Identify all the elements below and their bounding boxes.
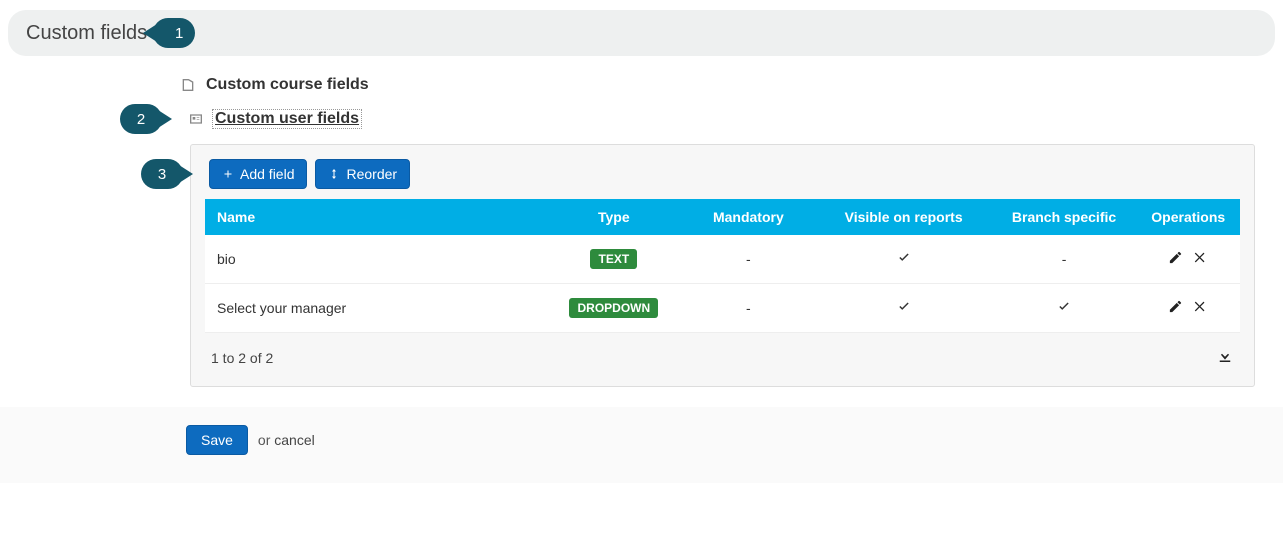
add-field-label: Add field <box>240 166 294 182</box>
table-header-row: Name Type Mandatory Visible on reports B… <box>205 199 1240 235</box>
delete-icon[interactable] <box>1193 299 1208 317</box>
cell-type: TEXT <box>547 235 682 284</box>
section-course-title: Custom course fields <box>206 76 369 94</box>
reorder-icon <box>328 168 340 180</box>
or-text: or <box>258 432 270 448</box>
edit-icon[interactable] <box>1168 299 1183 317</box>
cell-branch: - <box>992 235 1137 284</box>
add-field-button[interactable]: Add field <box>209 159 307 189</box>
edit-icon[interactable] <box>1168 250 1183 268</box>
section-course-fields[interactable]: Custom course fields <box>120 76 1283 94</box>
section-user-fields-row: 2 Custom user fields <box>120 104 1283 134</box>
check-icon <box>896 252 912 268</box>
cancel-link[interactable]: cancel <box>274 432 314 448</box>
cell-mandatory: - <box>681 235 816 284</box>
save-bar: Save or cancel <box>0 407 1283 483</box>
fields-table: Name Type Mandatory Visible on reports B… <box>205 199 1240 333</box>
plus-icon <box>222 168 234 180</box>
col-branch[interactable]: Branch specific <box>992 199 1137 235</box>
cell-operations <box>1136 284 1240 333</box>
id-card-icon <box>188 111 204 127</box>
type-badge: DROPDOWN <box>569 298 658 318</box>
download-icon[interactable] <box>1216 347 1234 368</box>
cell-mandatory: - <box>681 284 816 333</box>
pagination-text: 1 to 2 of 2 <box>211 350 273 366</box>
delete-icon[interactable] <box>1193 250 1208 268</box>
col-type[interactable]: Type <box>547 199 682 235</box>
section-user-title[interactable]: Custom user fields <box>212 109 362 129</box>
page-header: Custom fields 1 <box>8 10 1275 56</box>
col-operations: Operations <box>1136 199 1240 235</box>
cell-name[interactable]: Select your manager <box>205 284 547 333</box>
cell-type: DROPDOWN <box>547 284 682 333</box>
callout-1: 1 <box>153 18 195 48</box>
check-icon <box>896 301 912 317</box>
table-footer: 1 to 2 of 2 <box>205 333 1240 372</box>
type-badge: TEXT <box>590 249 637 269</box>
reorder-button[interactable]: Reorder <box>315 159 410 189</box>
callout-3: 3 <box>141 159 183 189</box>
col-name[interactable]: Name <box>205 199 547 235</box>
cell-branch <box>992 284 1137 333</box>
cancel-wrap: or cancel <box>258 432 315 448</box>
cell-name[interactable]: bio <box>205 235 547 284</box>
cell-operations <box>1136 235 1240 284</box>
check-icon <box>1056 301 1072 317</box>
table-row: bio TEXT - - <box>205 235 1240 284</box>
reorder-label: Reorder <box>346 166 397 182</box>
fields-panel: 3 Add field Reorder Name Type Mandatory … <box>190 144 1255 387</box>
content-area: Custom course fields 2 Custom user field… <box>0 76 1283 387</box>
table-row: Select your manager DROPDOWN - <box>205 284 1240 333</box>
cell-visible <box>816 235 992 284</box>
panel-toolbar: 3 Add field Reorder <box>205 159 1240 189</box>
book-icon <box>180 77 196 93</box>
page-title: Custom fields <box>26 22 147 45</box>
callout-2: 2 <box>120 104 162 134</box>
col-visible[interactable]: Visible on reports <box>816 199 992 235</box>
save-button[interactable]: Save <box>186 425 248 455</box>
col-mandatory[interactable]: Mandatory <box>681 199 816 235</box>
cell-visible <box>816 284 992 333</box>
